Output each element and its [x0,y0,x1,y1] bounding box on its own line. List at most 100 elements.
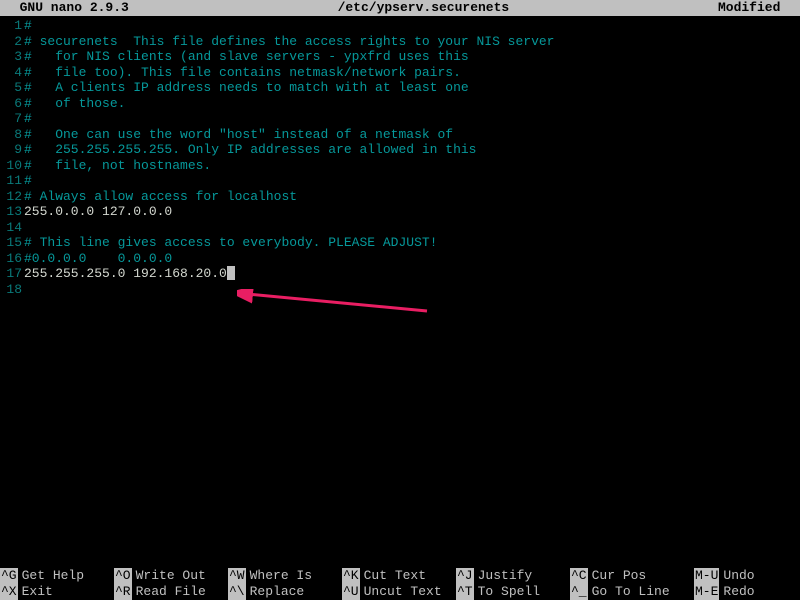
line-text[interactable]: # This line gives access to everybody. P… [24,235,437,251]
editor-line[interactable]: 16#0.0.0.0 0.0.0.0 [0,251,800,267]
shortcut-key: M-E [694,584,719,600]
status-modified: Modified [718,0,796,16]
editor-line[interactable]: 11# [0,173,800,189]
shortcut-label: Undo [719,568,754,584]
shortcut-key: M-U [694,568,719,584]
shortcut-key: ^\ [228,584,246,600]
line-number: 8 [0,127,22,143]
shortcut-label: Uncut Text [360,584,442,600]
line-number: 18 [0,282,22,298]
line-text[interactable]: # Always allow access for localhost [24,189,297,205]
editor-line[interactable]: 9# 255.255.255.255. Only IP addresses ar… [0,142,800,158]
shortcut-label: Exit [18,584,53,600]
shortcut-label: Replace [246,584,305,600]
shortcut-key: ^_ [570,584,588,600]
shortcut-row-1: ^GGet Help^OWrite Out^WWhere Is^KCut Tex… [0,568,800,584]
shortcut-bar: ^GGet Help^OWrite Out^WWhere Is^KCut Tex… [0,568,800,600]
shortcut-label: Read File [132,584,206,600]
title-bar: GNU nano 2.9.3 /etc/ypserv.securenets Mo… [0,0,800,16]
shortcut-key: ^T [456,584,474,600]
editor-line[interactable]: 1# [0,18,800,34]
line-text[interactable]: #0.0.0.0 0.0.0.0 [24,251,172,267]
shortcut-to-spell[interactable]: ^TTo Spell [456,584,570,600]
line-text[interactable]: # [24,18,32,34]
line-number: 12 [0,189,22,205]
editor-line[interactable]: 10# file, not hostnames. [0,158,800,174]
shortcut-read-file[interactable]: ^RRead File [114,584,228,600]
line-number: 2 [0,34,22,50]
shortcut-replace[interactable]: ^\Replace [228,584,342,600]
editor-line[interactable]: 4# file too). This file contains netmask… [0,65,800,81]
shortcut-label: Redo [719,584,754,600]
editor-line[interactable]: 17255.255.255.0 192.168.20.0 [0,266,800,282]
shortcut-where-is[interactable]: ^WWhere Is [228,568,342,584]
file-path: /etc/ypserv.securenets [338,0,510,16]
editor-line[interactable]: 18 [0,282,800,298]
line-text[interactable]: # of those. [24,96,125,112]
line-text[interactable]: # One can use the word "host" instead of… [24,127,453,143]
shortcut-key: ^G [0,568,18,584]
shortcut-label: To Spell [474,584,540,600]
shortcut-label: Cur Pos [588,568,647,584]
shortcut-redo[interactable]: M-ERedo [694,584,764,600]
app-name: GNU nano 2.9.3 [4,0,129,16]
shortcut-label: Get Help [18,568,84,584]
shortcut-exit[interactable]: ^XExit [0,584,114,600]
text-cursor [227,266,235,280]
line-number: 10 [0,158,22,174]
shortcut-key: ^X [0,584,18,600]
shortcut-uncut-text[interactable]: ^UUncut Text [342,584,456,600]
editor-line[interactable]: 14 [0,220,800,236]
shortcut-go-to-line[interactable]: ^_Go To Line [570,584,694,600]
line-text[interactable]: # [24,173,32,189]
line-text[interactable]: # 255.255.255.255. Only IP addresses are… [24,142,476,158]
shortcut-key: ^O [114,568,132,584]
shortcut-label: Justify [474,568,533,584]
shortcut-key: ^J [456,568,474,584]
shortcut-get-help[interactable]: ^GGet Help [0,568,114,584]
editor-content[interactable]: 1#2# securenets This file defines the ac… [0,16,800,297]
line-number: 11 [0,173,22,189]
line-text[interactable]: # file, not hostnames. [24,158,211,174]
line-number: 15 [0,235,22,251]
shortcut-undo[interactable]: M-UUndo [694,568,764,584]
line-number: 16 [0,251,22,267]
editor-line[interactable]: 7# [0,111,800,127]
line-number: 4 [0,65,22,81]
editor-line[interactable]: 2# securenets This file defines the acce… [0,34,800,50]
editor-line[interactable]: 6# of those. [0,96,800,112]
line-number: 7 [0,111,22,127]
line-text[interactable]: 255.255.255.0 192.168.20.0 [24,266,227,282]
editor-line[interactable]: 3# for NIS clients (and slave servers - … [0,49,800,65]
shortcut-write-out[interactable]: ^OWrite Out [114,568,228,584]
line-number: 3 [0,49,22,65]
line-text[interactable]: 255.0.0.0 127.0.0.0 [24,204,172,220]
shortcut-key: ^W [228,568,246,584]
shortcut-row-2: ^XExit^RRead File^\Replace^UUncut Text^T… [0,584,800,600]
shortcut-cur-pos[interactable]: ^CCur Pos [570,568,694,584]
shortcut-label: Write Out [132,568,206,584]
shortcut-label: Where Is [246,568,312,584]
shortcut-key: ^U [342,584,360,600]
editor-line[interactable]: 15# This line gives access to everybody.… [0,235,800,251]
line-text[interactable]: # [24,111,32,127]
line-number: 13 [0,204,22,220]
editor-line[interactable]: 12# Always allow access for localhost [0,189,800,205]
shortcut-key: ^C [570,568,588,584]
editor-line[interactable]: 13255.0.0.0 127.0.0.0 [0,204,800,220]
line-text[interactable]: # for NIS clients (and slave servers - y… [24,49,469,65]
shortcut-key: ^R [114,584,132,600]
shortcut-justify[interactable]: ^JJustify [456,568,570,584]
line-number: 6 [0,96,22,112]
editor-line[interactable]: 5# A clients IP address needs to match w… [0,80,800,96]
line-text[interactable]: # securenets This file defines the acces… [24,34,555,50]
shortcut-label: Go To Line [588,584,670,600]
shortcut-label: Cut Text [360,568,426,584]
line-number: 17 [0,266,22,282]
line-text[interactable]: # file too). This file contains netmask/… [24,65,461,81]
editor-line[interactable]: 8# One can use the word "host" instead o… [0,127,800,143]
shortcut-cut-text[interactable]: ^KCut Text [342,568,456,584]
line-text[interactable]: # A clients IP address needs to match wi… [24,80,469,96]
line-number: 9 [0,142,22,158]
line-number: 1 [0,18,22,34]
